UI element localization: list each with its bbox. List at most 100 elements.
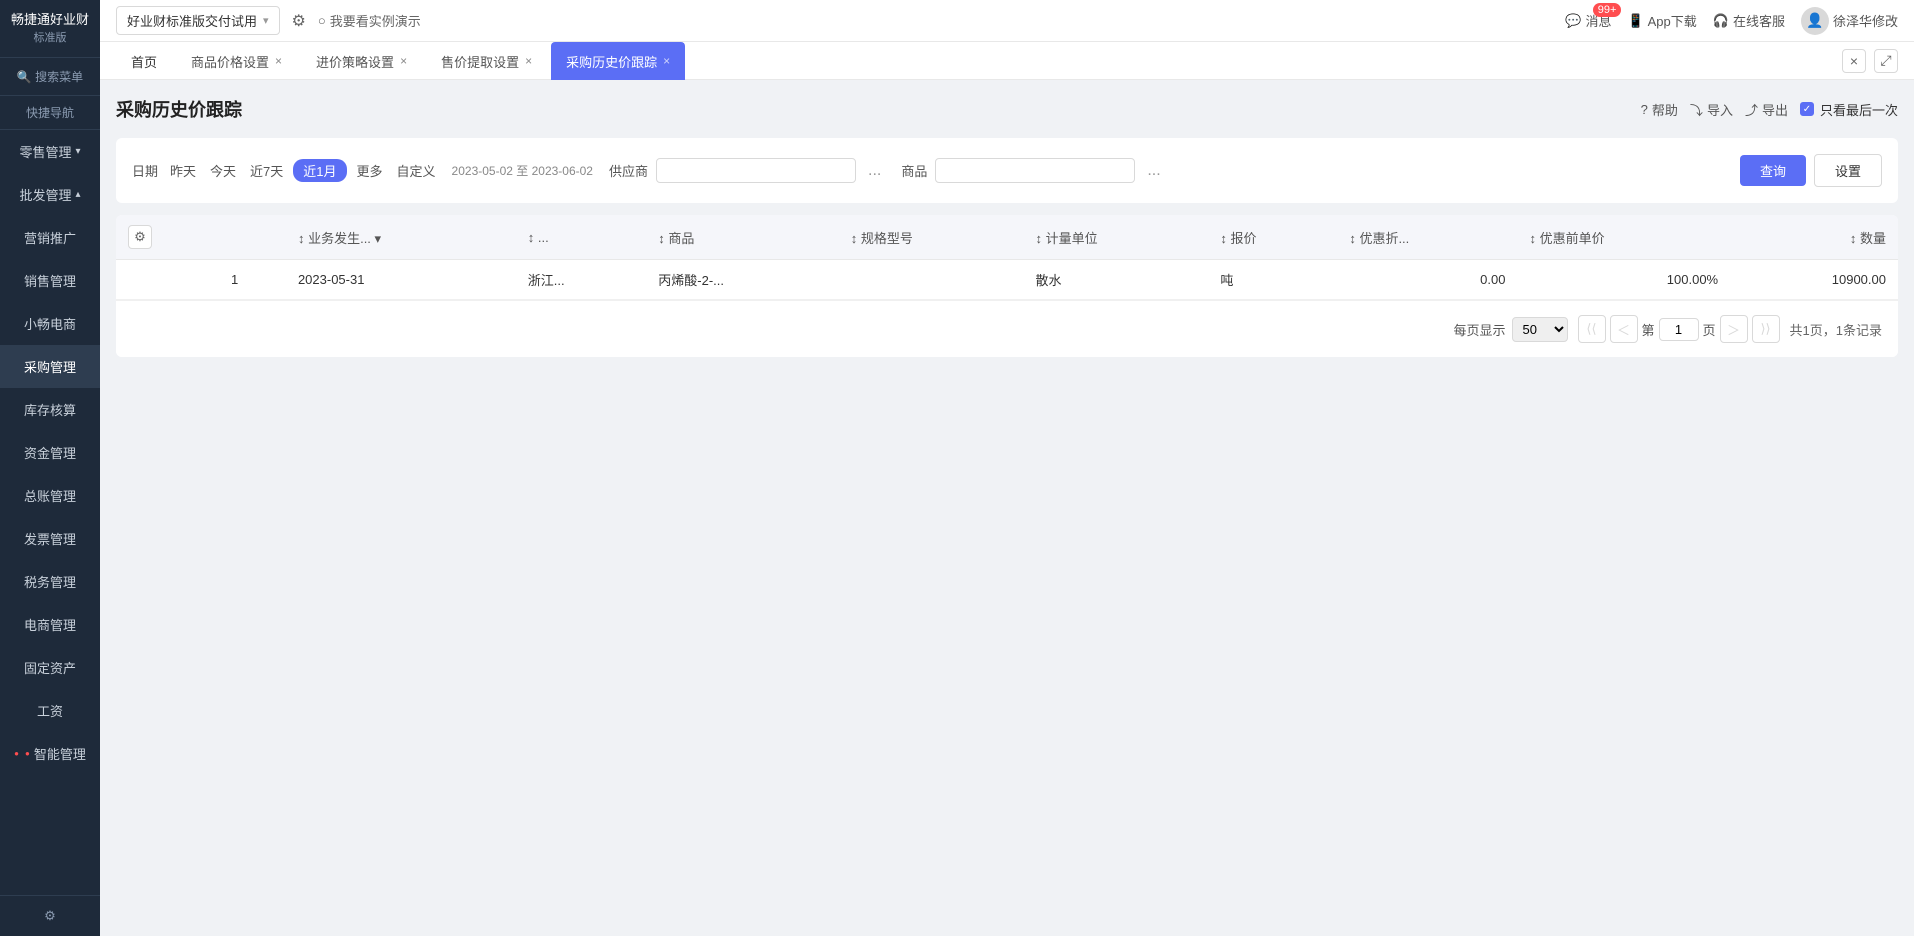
col-product[interactable]: ↕ 商品: [646, 215, 838, 260]
help-link[interactable]: ? 帮助: [1641, 100, 1678, 119]
online-service-button[interactable]: 🎧 在线客服: [1713, 11, 1785, 30]
import-link[interactable]: ⤵ 导入: [1690, 100, 1733, 119]
tab-purchase-strategy-close-icon[interactable]: ×: [400, 54, 407, 68]
sidebar-item-ecommerce[interactable]: 电商管理: [0, 603, 100, 646]
date-opt-last1m[interactable]: 近1月: [293, 159, 346, 182]
date-opt-last7[interactable]: 近7天: [246, 159, 287, 182]
col-quantity[interactable]: ↕ 数量: [1730, 215, 1898, 260]
tab-sale-price[interactable]: 售价提取设置 ×: [426, 42, 547, 80]
topbar-right: 💬 消息 99+ 📱 App下载 🎧 在线客服 👤 徐泽华修改: [1565, 7, 1898, 35]
table-settings-button[interactable]: ⚙: [128, 225, 152, 249]
tab-price[interactable]: 商品价格设置 ×: [176, 42, 297, 80]
message-icon: 💬: [1565, 13, 1581, 29]
sidebar-item-finance[interactable]: 资金管理: [0, 431, 100, 474]
page-next-button[interactable]: ＞: [1720, 315, 1748, 343]
sidebar-item-payroll[interactable]: 工资: [0, 689, 100, 732]
sidebar-item-retail[interactable]: 零售管理 ▾: [0, 130, 100, 173]
topbar: 好业财标准版交付试用 ▾ ⚙ ○ 我要看实例演示 💬 消息 99+ 📱 App下…: [100, 0, 1914, 42]
tab-purchase-history[interactable]: 采购历史价跟踪 ×: [551, 42, 685, 80]
page-header: 采购历史价跟踪 ? 帮助 ⤵ 导入 ⤴ 导出 ✓ 只看最后一次: [116, 96, 1898, 122]
product-input[interactable]: [935, 158, 1135, 183]
tab-price-close-icon[interactable]: ×: [275, 54, 282, 68]
sidebar-item-purchase[interactable]: 采购管理: [0, 345, 100, 388]
col-discount[interactable]: ↕ 优惠折...: [1337, 215, 1517, 260]
sidebar-item-ledger[interactable]: 总账管理: [0, 474, 100, 517]
table-header: ⚙ ↕ 业务发生... ▾ ↕ ... ↕: [116, 215, 1898, 260]
sidebar-search[interactable]: 🔍 搜索菜单: [0, 58, 100, 96]
tabbar-actions: × ⤢: [1842, 49, 1898, 73]
sidebar-item-ecommerce-small[interactable]: 小畅电商: [0, 302, 100, 345]
row-unit-cell: 散水: [1024, 260, 1209, 300]
settings-button[interactable]: 设置: [1814, 154, 1882, 187]
user-info[interactable]: 👤 徐泽华修改: [1801, 7, 1898, 35]
col-seq: [219, 215, 286, 260]
page-size-select[interactable]: 50 20 100 200: [1512, 317, 1568, 342]
sidebar-item-invoice[interactable]: 发票管理: [0, 517, 100, 560]
app-download-button[interactable]: 📱 App下载: [1627, 11, 1696, 30]
page-nav: ⟨⟨ ＜ 第 页 ＞ ⟩⟩: [1578, 315, 1780, 343]
col-price[interactable]: ↕ 报价: [1208, 215, 1337, 260]
supplier-dots[interactable]: ...: [864, 162, 885, 180]
filter-supplier: 供应商 ...: [609, 158, 885, 183]
page-size-selector: 每页显示 50 20 100 200: [1453, 317, 1567, 342]
page-first-button[interactable]: ⟨⟨: [1578, 315, 1606, 343]
date-label: 日期: [132, 161, 158, 180]
topbar-settings-icon[interactable]: ⚙: [292, 11, 306, 31]
sidebar-item-inventory[interactable]: 库存核算: [0, 388, 100, 431]
col-unit[interactable]: ↕ 计量单位: [1024, 215, 1209, 260]
query-button[interactable]: 查询: [1740, 155, 1806, 186]
col-date[interactable]: ↕ 业务发生... ▾: [286, 215, 516, 260]
table-body: 1 2023-05-31 浙江... 丙烯酸-2-...: [116, 260, 1898, 300]
demo-link[interactable]: ○ 我要看实例演示: [318, 11, 421, 30]
product-dots[interactable]: ...: [1143, 162, 1164, 180]
user-name: 徐泽华修改: [1833, 11, 1898, 30]
sidebar-quick-nav[interactable]: 快捷导航: [0, 96, 100, 130]
page-prev-button[interactable]: ＜: [1610, 315, 1638, 343]
tab-expand-button[interactable]: ⤢: [1874, 49, 1898, 73]
date-range-text: 2023-05-02 至 2023-06-02: [452, 162, 593, 179]
sidebar-item-assets[interactable]: 固定资产: [0, 646, 100, 689]
date-opt-yesterday[interactable]: 昨天: [166, 159, 200, 182]
checkbox-icon: ✓: [1800, 102, 1814, 116]
version-text: 好业财标准版交付试用: [127, 11, 257, 30]
sidebar-item-smart[interactable]: ● 智能管理: [0, 732, 100, 775]
tab-purchase-strategy[interactable]: 进价策略设置 ×: [301, 42, 422, 80]
page-actions: ? 帮助 ⤵ 导入 ⤴ 导出 ✓ 只看最后一次: [1641, 100, 1898, 119]
content-area: 采购历史价跟踪 ? 帮助 ⤵ 导入 ⤴ 导出 ✓ 只看最后一次: [100, 80, 1914, 936]
message-badge: 99+: [1593, 3, 1622, 17]
app-title: 畅捷通好业财: [8, 12, 92, 29]
row-settings-cell: [116, 260, 219, 300]
wholesale-arrow-icon: ▴: [75, 189, 80, 200]
col-spec[interactable]: ↕ 规格型号: [839, 215, 1024, 260]
message-button[interactable]: 💬 消息 99+: [1565, 11, 1611, 30]
version-selector[interactable]: 好业财标准版交付试用 ▾: [116, 6, 280, 35]
avatar: 👤: [1801, 7, 1829, 35]
tab-sale-price-close-icon[interactable]: ×: [525, 54, 532, 68]
sidebar-item-marketing[interactable]: 营销推广: [0, 216, 100, 259]
data-table: ⚙ ↕ 业务发生... ▾ ↕ ... ↕: [116, 215, 1898, 300]
date-opt-more[interactable]: 更多: [353, 159, 387, 182]
row-product-cell: 丙烯酸-2-...: [646, 260, 838, 300]
sidebar-item-wholesale[interactable]: 批发管理 ▴: [0, 173, 100, 216]
tab-close-button[interactable]: ×: [1842, 49, 1866, 73]
tabbar: 首页 商品价格设置 × 进价策略设置 × 售价提取设置 × 采购历史价跟踪 × …: [100, 42, 1914, 80]
tab-purchase-history-close-icon[interactable]: ×: [663, 54, 670, 68]
page-last-button[interactable]: ⟩⟩: [1752, 315, 1780, 343]
col-pre-discount[interactable]: ↕ 优惠前单价: [1517, 215, 1730, 260]
date-opt-custom[interactable]: 自定义: [393, 159, 440, 182]
supplier-input[interactable]: [656, 158, 856, 183]
help-icon: ?: [1641, 102, 1648, 117]
sidebar-item-sales[interactable]: 销售管理: [0, 259, 100, 302]
date-options: 昨天 今天 近7天 近1月 更多 自定义: [166, 159, 440, 182]
sidebar-item-tax[interactable]: 税务管理: [0, 560, 100, 603]
filter-date: 日期 昨天 今天 近7天 近1月 更多 自定义 2023-05-02 至 202…: [132, 159, 593, 182]
sidebar-settings[interactable]: ⚙: [0, 895, 100, 936]
col-dots[interactable]: ↕ ...: [516, 215, 647, 260]
sidebar: 畅捷通好业财 标准版 🔍 搜索菜单 快捷导航 零售管理 ▾ 批发管理 ▴ 营销推…: [0, 0, 100, 936]
only-last-checkbox[interactable]: ✓ 只看最后一次: [1800, 100, 1898, 119]
demo-icon: ○: [318, 13, 326, 28]
page-number-input[interactable]: [1659, 318, 1699, 341]
tab-home[interactable]: 首页: [116, 42, 172, 80]
date-opt-today[interactable]: 今天: [206, 159, 240, 182]
export-link[interactable]: ⤴ 导出: [1745, 100, 1788, 119]
